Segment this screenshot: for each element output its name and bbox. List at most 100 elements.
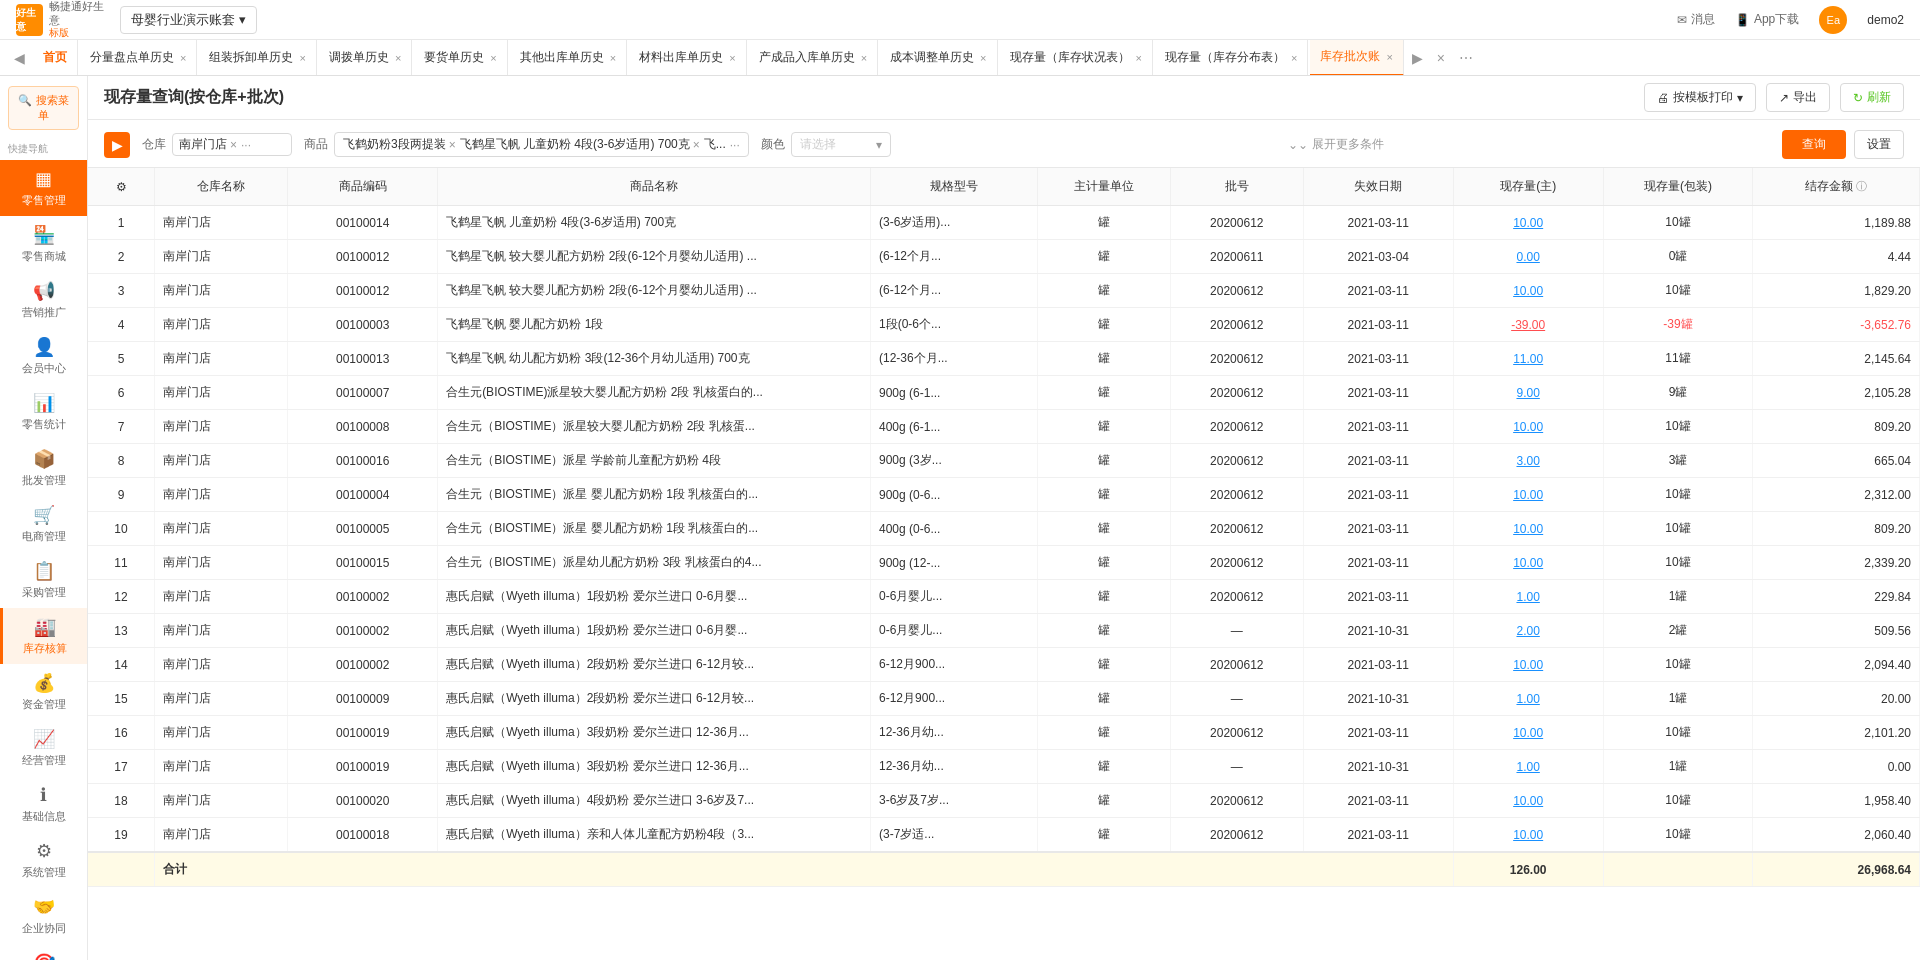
sidebar-item-collab[interactable]: 🤝 企业协同 — [0, 888, 87, 944]
sidebar-item-retail-management[interactable]: ▦ 零售管理 — [0, 160, 87, 216]
stock-main-link[interactable]: 1.00 — [1516, 692, 1539, 706]
stock-main-link[interactable]: 1.00 — [1516, 590, 1539, 604]
tab-home[interactable]: 首页 — [33, 40, 78, 76]
stock-main-link[interactable]: 10.00 — [1513, 726, 1543, 740]
sidebar-item-purchase[interactable]: 📋 采购管理 — [0, 552, 87, 608]
close-icon[interactable]: × — [1386, 51, 1392, 63]
print-button[interactable]: 🖨 按模板打印 ▾ — [1644, 83, 1756, 112]
remove-warehouse-icon[interactable]: × — [230, 138, 237, 152]
col-amount-header: 结存金额 ⓘ — [1753, 168, 1920, 206]
search-menu-button[interactable]: 🔍 搜索菜单 — [8, 86, 79, 130]
sidebar-item-retail-stats[interactable]: 📊 零售统计 — [0, 384, 87, 440]
stock-main-link[interactable]: 10.00 — [1513, 658, 1543, 672]
info-icon[interactable]: ⓘ — [1856, 180, 1867, 192]
refresh-button[interactable]: ↻ 刷新 — [1840, 83, 1904, 112]
row-spec: 0-6月婴儿... — [871, 614, 1038, 648]
sidebar-item-members[interactable]: 👤 会员中心 — [0, 328, 87, 384]
close-icon[interactable]: × — [1136, 52, 1142, 64]
tab-zuzhangchaijian[interactable]: 组装拆卸单历史 × — [199, 40, 316, 76]
tab-xiancunliang-fenbiao[interactable]: 现存量（库存分布表） × — [1155, 40, 1308, 76]
row-index: 12 — [88, 580, 155, 614]
stock-main-link[interactable]: 10.00 — [1513, 828, 1543, 842]
close-icon[interactable]: × — [299, 52, 305, 64]
row-amount: 2,060.40 — [1753, 818, 1920, 853]
stock-main-link[interactable]: 3.00 — [1516, 454, 1539, 468]
summary-empty — [88, 852, 155, 887]
query-button[interactable]: 查询 — [1782, 130, 1846, 159]
stock-main-link[interactable]: 10.00 — [1513, 216, 1543, 230]
app-download-button[interactable]: 📱 App下载 — [1735, 11, 1799, 28]
nav-close-icon[interactable]: × — [1431, 50, 1451, 66]
close-icon[interactable]: × — [490, 52, 496, 64]
settings-button[interactable]: 设置 — [1854, 130, 1904, 159]
sidebar-item-finance[interactable]: 💰 资金管理 — [0, 664, 87, 720]
close-icon[interactable]: × — [610, 52, 616, 64]
product-ellipsis-icon[interactable]: ··· — [730, 138, 740, 152]
close-icon[interactable]: × — [180, 52, 186, 64]
color-label: 颜色 — [761, 136, 785, 153]
product-tags-container[interactable]: 飞鹤奶粉3段两提装 × 飞鹤星飞帆 儿童奶粉 4段(3-6岁适用) 700克 ×… — [334, 132, 749, 157]
info-icon: ℹ — [40, 784, 47, 806]
tab-chenben[interactable]: 成本调整单历史 × — [880, 40, 997, 76]
sidebar-item-retail-mall[interactable]: 🏪 零售商城 — [0, 216, 87, 272]
table-row: 17 南岸门店 00100019 惠氏启赋（Wyeth illuma）3段奶粉 … — [88, 750, 1920, 784]
expand-more-button[interactable]: ⌄⌄ 展开更多条件 — [1288, 136, 1384, 153]
tab-xiancunliang-kuaikuang[interactable]: 现存量（库存状况表） × — [1000, 40, 1153, 76]
sidebar-item-wholesale[interactable]: 📦 批发管理 — [0, 440, 87, 496]
sidebar-item-guide[interactable]: 🎯 新手引导 — [0, 944, 87, 960]
stock-main-link[interactable]: 10.00 — [1513, 420, 1543, 434]
sidebar-item-basic-info[interactable]: ℹ 基础信息 — [0, 776, 87, 832]
sidebar-item-inventory[interactable]: 🏭 库存核算 — [0, 608, 87, 664]
close-icon[interactable]: × — [729, 52, 735, 64]
stock-main-link[interactable]: 2.00 — [1516, 624, 1539, 638]
tab-cailiaochuku[interactable]: 材料出库单历史 × — [629, 40, 746, 76]
nav-prev-icon[interactable]: ◀ — [8, 50, 31, 66]
close-icon[interactable]: × — [980, 52, 986, 64]
export-button[interactable]: ↗ 导出 — [1766, 83, 1830, 112]
filter-row: ▶ 仓库 南岸门店 × ··· 商品 飞鹤奶粉3段 — [104, 130, 1904, 159]
stock-main-link[interactable]: 9.00 — [1516, 386, 1539, 400]
warehouse-tag-group[interactable]: 南岸门店 × ··· — [172, 133, 292, 156]
color-select[interactable]: 请选择 ▾ — [791, 132, 891, 157]
close-icon[interactable]: × — [395, 52, 401, 64]
stock-main-link[interactable]: 1.00 — [1516, 760, 1539, 774]
nav-next-icon[interactable]: ▶ — [1406, 50, 1429, 66]
sidebar-item-system[interactable]: ⚙ 系统管理 — [0, 832, 87, 888]
col-batch-header: 批号 — [1170, 168, 1303, 206]
table-row: 19 南岸门店 00100018 惠氏启赋（Wyeth illuma）亲和人体儿… — [88, 818, 1920, 853]
workspace-selector[interactable]: 母婴行业演示账套 ▾ — [120, 6, 257, 34]
avatar[interactable]: Ea — [1819, 6, 1847, 34]
col-unit-header: 主计量单位 — [1037, 168, 1170, 206]
stock-main-link[interactable]: 11.00 — [1513, 352, 1543, 366]
stock-main-link[interactable]: -39.00 — [1511, 318, 1545, 332]
stock-main-link[interactable]: 10.00 — [1513, 556, 1543, 570]
stock-main-link[interactable]: 10.00 — [1513, 794, 1543, 808]
stock-main-link[interactable]: 10.00 — [1513, 488, 1543, 502]
sidebar-item-ecommerce[interactable]: 🛒 电商管理 — [0, 496, 87, 552]
filter-expand-button[interactable]: ▶ — [104, 132, 130, 158]
tab-kucunpici[interactable]: 库存批次账 × — [1310, 40, 1403, 76]
stock-main-link[interactable]: 10.00 — [1513, 522, 1543, 536]
nav-more-icon[interactable]: ⋯ — [1453, 50, 1479, 66]
tab-diaobodanhistory[interactable]: 调拨单历史 × — [319, 40, 412, 76]
sidebar-item-marketing[interactable]: 📢 营销推广 — [0, 272, 87, 328]
ellipsis-icon[interactable]: ··· — [241, 138, 251, 152]
remove-product-2-icon[interactable]: × — [693, 138, 700, 152]
gear-icon[interactable]: ⚙ — [116, 180, 127, 194]
stock-main-link[interactable]: 10.00 — [1513, 284, 1543, 298]
message-button[interactable]: ✉ 消息 — [1677, 11, 1715, 28]
tab-fenliangpandian[interactable]: 分量盘点单历史 × — [80, 40, 197, 76]
stats-icon: 📊 — [33, 392, 55, 414]
col-gear[interactable]: ⚙ — [88, 168, 155, 206]
tab-qitachuku[interactable]: 其他出库单历史 × — [510, 40, 627, 76]
row-amount: 809.20 — [1753, 410, 1920, 444]
close-icon[interactable]: × — [1291, 52, 1297, 64]
refresh-icon: ↻ — [1853, 91, 1863, 105]
remove-product-1-icon[interactable]: × — [449, 138, 456, 152]
close-icon[interactable]: × — [861, 52, 867, 64]
row-stock-pack: 10罐 — [1603, 648, 1753, 682]
tab-yaohuo[interactable]: 要货单历史 × — [414, 40, 507, 76]
tab-chengpinruku[interactable]: 产成品入库单历史 × — [749, 40, 878, 76]
stock-main-link[interactable]: 0.00 — [1516, 250, 1539, 264]
sidebar-item-operations[interactable]: 📈 经营管理 — [0, 720, 87, 776]
